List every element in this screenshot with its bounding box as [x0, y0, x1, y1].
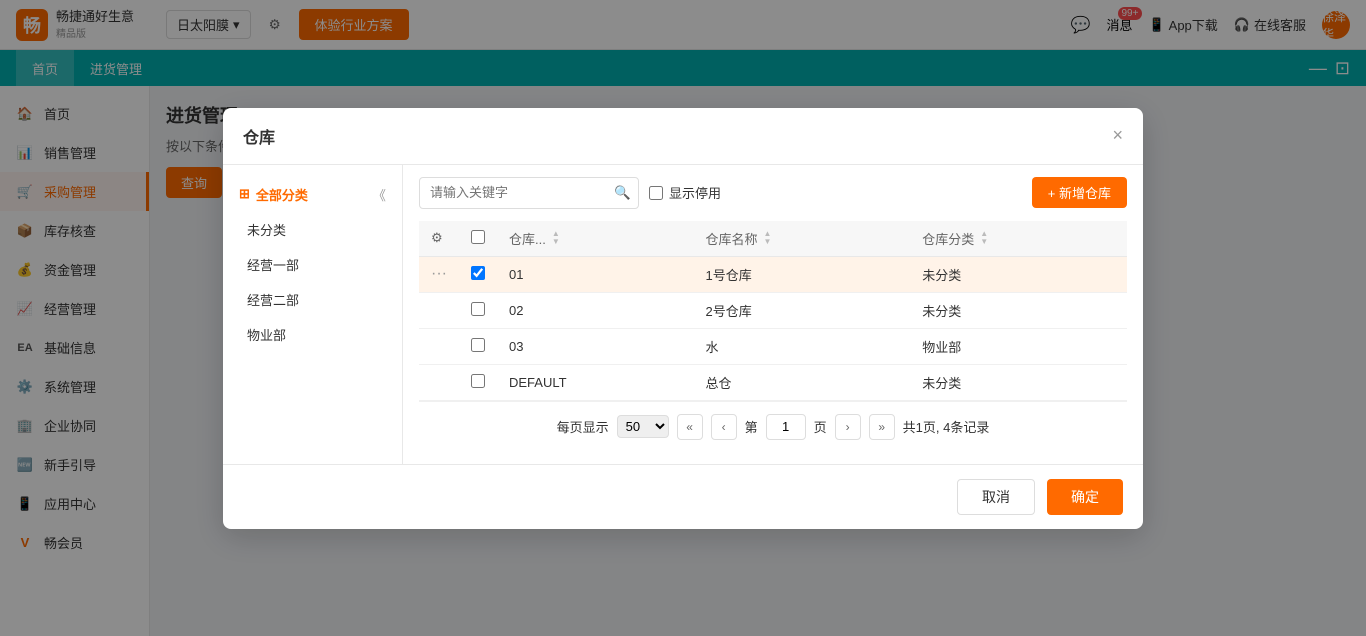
row-actions-cell — [419, 364, 459, 400]
row-more-icon[interactable]: ··· — [431, 265, 447, 282]
row-category: 物业部 — [910, 328, 1127, 364]
category-item-unclassified[interactable]: 未分类 — [223, 212, 402, 247]
row-name: 总仓 — [694, 364, 911, 400]
row-checkbox[interactable] — [471, 338, 485, 352]
row-name: 水 — [694, 328, 911, 364]
row-checkbox[interactable] — [471, 374, 485, 388]
page-unit: 页 — [814, 417, 827, 436]
row-name: 2号仓库 — [694, 292, 911, 328]
sort-arrows-name: ▲▼ — [764, 230, 772, 246]
row-checkbox[interactable] — [471, 302, 485, 316]
row-category: 未分类 — [910, 292, 1127, 328]
col-settings: ⚙ — [419, 221, 459, 257]
sort-arrows-category: ▲▼ — [980, 230, 988, 246]
modal-backdrop: 仓库 × ⊞ 全部分类 《 未分类 经营一部 经营二部 物业部 — [0, 0, 1366, 636]
grid-icon: ⊞ — [239, 186, 250, 202]
table-row[interactable]: 02 2号仓库 未分类 — [419, 292, 1127, 328]
collapse-button[interactable]: 《 — [373, 185, 386, 204]
confirm-button[interactable]: 确定 — [1047, 479, 1123, 515]
select-all-checkbox[interactable] — [471, 230, 485, 244]
total-info: 共1页, 4条记录 — [903, 417, 990, 436]
search-wrap: 🔍 — [419, 177, 639, 209]
row-code: 03 — [497, 328, 694, 364]
all-categories-label: 全部分类 — [256, 185, 308, 204]
per-page-label: 每页显示 — [557, 417, 609, 436]
modal-title: 仓库 — [243, 124, 275, 148]
cancel-button[interactable]: 取消 — [957, 479, 1035, 515]
col-category[interactable]: 仓库分类 ▲▼ — [910, 221, 1127, 257]
show-disabled-label[interactable]: 显示停用 — [649, 183, 721, 202]
col-name[interactable]: 仓库名称 ▲▼ — [694, 221, 911, 257]
search-button[interactable]: 🔍 — [614, 185, 631, 201]
row-checkbox-cell — [459, 328, 497, 364]
table-panel: 🔍 显示停用 + 新增仓库 ⚙ — [403, 165, 1143, 464]
category-panel: ⊞ 全部分类 《 未分类 经营一部 经营二部 物业部 — [223, 165, 403, 464]
search-input[interactable] — [419, 177, 639, 209]
show-disabled-checkbox[interactable] — [649, 186, 663, 200]
next-page-button[interactable]: › — [835, 414, 861, 440]
all-categories-item[interactable]: ⊞ 全部分类 《 — [223, 177, 402, 212]
row-checkbox-cell — [459, 364, 497, 400]
table-toolbar: 🔍 显示停用 + 新增仓库 — [419, 177, 1127, 209]
table-row[interactable]: 03 水 物业部 — [419, 328, 1127, 364]
table-container: ⚙ 仓库... ▲▼ 仓库名称 — [419, 221, 1127, 401]
row-actions-cell: ··· — [419, 256, 459, 292]
category-item-property[interactable]: 物业部 — [223, 317, 402, 352]
category-item-ops2[interactable]: 经营二部 — [223, 282, 402, 317]
page-number-input[interactable] — [766, 414, 806, 440]
first-page-button[interactable]: « — [677, 414, 703, 440]
row-category: 未分类 — [910, 364, 1127, 400]
row-name: 1号仓库 — [694, 256, 911, 292]
table-row[interactable]: ··· 01 1号仓库 未分类 — [419, 256, 1127, 292]
page-label: 第 — [745, 417, 758, 436]
table-row[interactable]: DEFAULT 总仓 未分类 — [419, 364, 1127, 400]
row-checkbox-cell — [459, 256, 497, 292]
modal-header: 仓库 × — [223, 108, 1143, 165]
sort-arrows-code: ▲▼ — [552, 230, 560, 246]
row-actions-cell — [419, 292, 459, 328]
per-page-select[interactable]: 50 10 20 100 — [617, 415, 669, 438]
row-checkbox-cell — [459, 292, 497, 328]
row-code: 01 — [497, 256, 694, 292]
add-warehouse-button[interactable]: + 新增仓库 — [1032, 177, 1127, 208]
modal-close-button[interactable]: × — [1112, 125, 1123, 146]
warehouse-table: ⚙ 仓库... ▲▼ 仓库名称 — [419, 221, 1127, 401]
row-code: 02 — [497, 292, 694, 328]
row-checkbox[interactable] — [471, 266, 485, 280]
row-category: 未分类 — [910, 256, 1127, 292]
row-code: DEFAULT — [497, 364, 694, 400]
col-checkbox — [459, 221, 497, 257]
category-item-ops1[interactable]: 经营一部 — [223, 247, 402, 282]
last-page-button[interactable]: » — [869, 414, 895, 440]
modal-footer: 取消 确定 — [223, 464, 1143, 529]
row-actions-cell — [419, 328, 459, 364]
modal-body: ⊞ 全部分类 《 未分类 经营一部 经营二部 物业部 🔍 — [223, 165, 1143, 464]
col-code[interactable]: 仓库... ▲▼ — [497, 221, 694, 257]
warehouse-modal: 仓库 × ⊞ 全部分类 《 未分类 经营一部 经营二部 物业部 — [223, 108, 1143, 529]
pagination: 每页显示 50 10 20 100 « ‹ 第 页 › » 共1页, 4条记录 — [419, 401, 1127, 452]
prev-page-button[interactable]: ‹ — [711, 414, 737, 440]
